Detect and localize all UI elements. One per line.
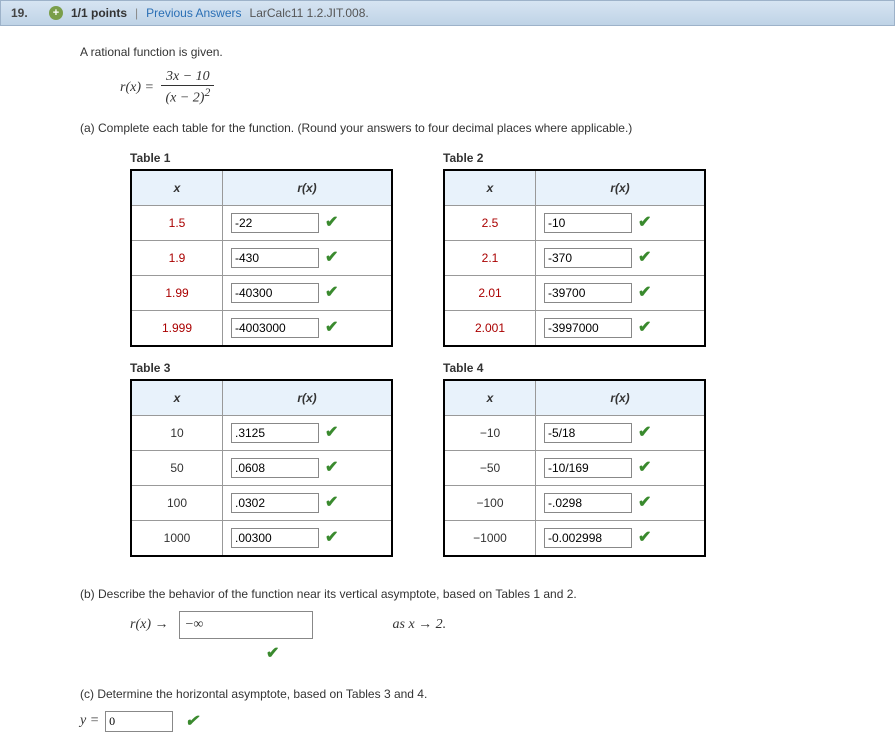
answer-input[interactable] — [231, 283, 319, 303]
answer-input[interactable] — [544, 528, 632, 548]
check-icon: ✔ — [325, 457, 338, 477]
ha-lhs: y = — [80, 713, 99, 729]
table-row: 2.001✔ — [444, 310, 705, 346]
answer-input[interactable] — [231, 458, 319, 478]
limit-value-box[interactable]: −∞ — [179, 611, 313, 639]
check-icon: ✔ — [325, 247, 338, 267]
answer-input[interactable] — [231, 318, 319, 338]
answer-input[interactable] — [544, 458, 632, 478]
part-b-text: (b) Describe the behavior of the functio… — [80, 587, 875, 601]
question-header: 19. + 1/1 points | Previous Answers LarC… — [0, 0, 895, 26]
table-row: 10✔ — [131, 415, 392, 450]
check-icon: ✔ — [185, 711, 198, 731]
answer-input[interactable] — [544, 493, 632, 513]
table-row: 1.9✔ — [131, 240, 392, 275]
check-icon: ✔ — [638, 457, 651, 477]
col-x: x — [131, 380, 223, 416]
table4: xr(x) −10✔ −50✔ −100✔ −1000✔ — [443, 379, 706, 557]
col-r: r(x) — [223, 170, 393, 206]
horizontal-asymptote-line: y = ✔ — [80, 711, 875, 732]
answer-input[interactable] — [544, 318, 632, 338]
col-x: x — [444, 170, 536, 206]
table-row: −1000✔ — [444, 520, 705, 556]
ha-input[interactable] — [105, 711, 173, 732]
check-icon: ✔ — [638, 282, 651, 302]
reference-text: LarCalc11 1.2.JIT.008. — [250, 6, 369, 20]
table-row: 1.99✔ — [131, 275, 392, 310]
check-icon: ✔ — [266, 643, 279, 663]
answer-input[interactable] — [231, 423, 319, 443]
intro-text: A rational function is given. — [80, 45, 875, 59]
check-icon: ✔ — [325, 527, 338, 547]
answer-input[interactable] — [544, 423, 632, 443]
col-x: x — [131, 170, 223, 206]
table3: xr(x) 10✔ 50✔ 100✔ 1000✔ — [130, 379, 393, 557]
col-x: x — [444, 380, 536, 416]
check-icon: ✔ — [325, 212, 338, 232]
divider-text: | — [135, 6, 138, 20]
check-icon: ✔ — [638, 422, 651, 442]
table-row: 1.5✔ — [131, 205, 392, 240]
table2-title: Table 2 — [443, 151, 706, 165]
answer-input[interactable] — [231, 493, 319, 513]
table-row: 50✔ — [131, 450, 392, 485]
table-row: 100✔ — [131, 485, 392, 520]
check-icon: ✔ — [325, 282, 338, 302]
answer-input[interactable] — [544, 213, 632, 233]
tables-row-34: Table 3 xr(x) 10✔ 50✔ 100✔ 1000✔ Table 4… — [130, 355, 875, 557]
question-body: A rational function is given. r(x) = 3x … — [0, 26, 895, 752]
table4-title: Table 4 — [443, 361, 706, 375]
check-icon: ✔ — [638, 492, 651, 512]
part-a-text: (a) Complete each table for the function… — [80, 121, 875, 135]
answer-input[interactable] — [544, 248, 632, 268]
check-icon: ✔ — [325, 492, 338, 512]
table3-title: Table 3 — [130, 361, 393, 375]
table2: xr(x) 2.5✔ 2.1✔ 2.01✔ 2.001✔ — [443, 169, 706, 347]
formula-numerator: 3x − 10 — [161, 69, 214, 86]
table-row: −10✔ — [444, 415, 705, 450]
check-icon: ✔ — [638, 247, 651, 267]
check-icon: ✔ — [638, 527, 651, 547]
function-formula: r(x) = 3x − 10 (x − 2)2 — [120, 69, 875, 107]
plus-icon[interactable]: + — [49, 6, 63, 20]
limit-lhs: r(x) → — [130, 617, 169, 633]
check-icon: ✔ — [325, 422, 338, 442]
table-row: −100✔ — [444, 485, 705, 520]
table1: xr(x) 1.5✔ 1.9✔ 1.99✔ 1.999✔ — [130, 169, 393, 347]
points-text: 1/1 points — [71, 6, 127, 20]
question-number: 19. — [11, 6, 41, 20]
table-row: 2.01✔ — [444, 275, 705, 310]
col-r: r(x) — [536, 380, 706, 416]
col-r: r(x) — [536, 170, 706, 206]
table-row: −50✔ — [444, 450, 705, 485]
limit-as: as x → 2. — [393, 617, 447, 633]
table-row: 2.5✔ — [444, 205, 705, 240]
col-r: r(x) — [223, 380, 393, 416]
formula-denominator: (x − 2)2 — [161, 86, 214, 107]
check-icon: ✔ — [638, 212, 651, 232]
table1-title: Table 1 — [130, 151, 393, 165]
formula-lhs: r(x) = — [120, 80, 154, 95]
table-row: 2.1✔ — [444, 240, 705, 275]
answer-input[interactable] — [544, 283, 632, 303]
limit-line: r(x) → −∞ as x → 2. — [130, 611, 875, 639]
table-row: 1.999✔ — [131, 310, 392, 346]
table-row: 1000✔ — [131, 520, 392, 556]
answer-input[interactable] — [231, 248, 319, 268]
answer-input[interactable] — [231, 528, 319, 548]
tables-row-12: Table 1 xr(x) 1.5✔ 1.9✔ 1.99✔ 1.999✔ Tab… — [130, 145, 875, 347]
check-icon: ✔ — [325, 317, 338, 337]
previous-answers-link[interactable]: Previous Answers — [146, 6, 241, 20]
answer-input[interactable] — [231, 213, 319, 233]
check-icon: ✔ — [638, 317, 651, 337]
